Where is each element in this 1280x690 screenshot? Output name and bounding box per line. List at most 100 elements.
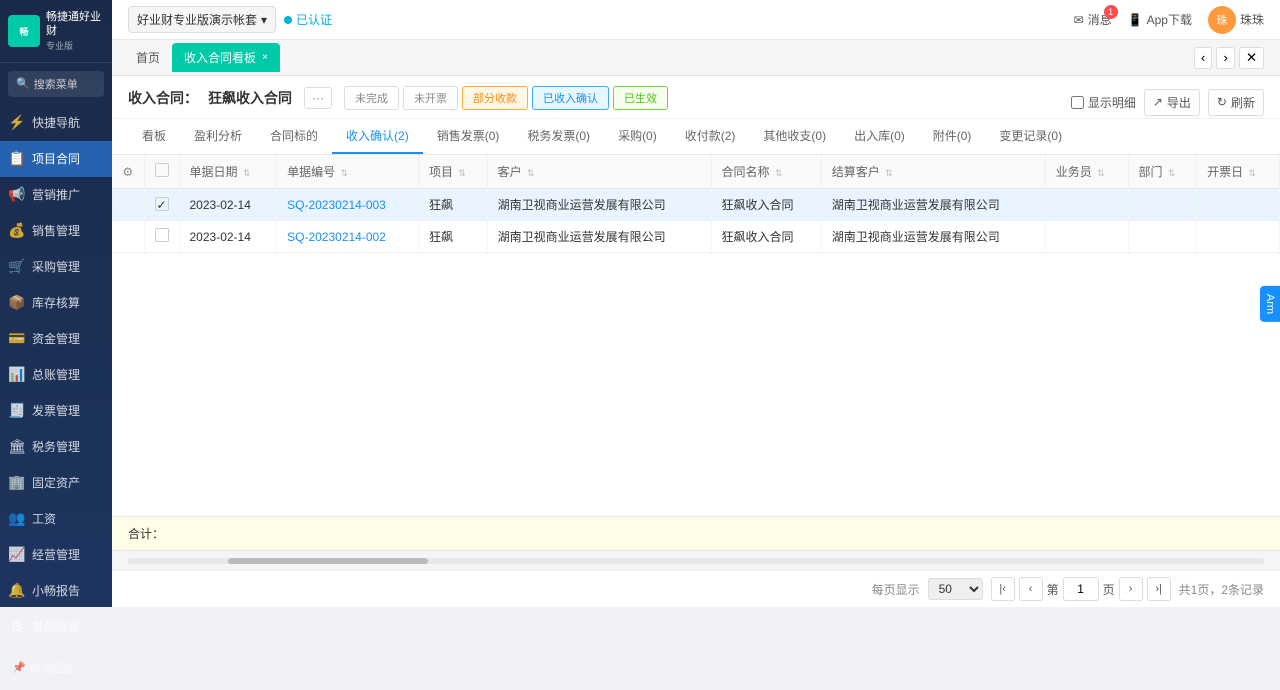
final-customer-label: 结算客户 [832,165,880,179]
more-options-button[interactable]: ··· [304,87,332,109]
gear-icon[interactable]: ⚙ [122,165,133,179]
sidebar-item-6[interactable]: 💳资金管理 [0,321,112,357]
customer-column-header[interactable]: 客户 ⇅ [487,155,711,189]
table-row[interactable]: ✓ 2023-02-14 SQ-20230214-003 狂飙 湖南卫视商业运营… [112,189,1280,221]
sub-tab-4[interactable]: 销售发票(0) [423,119,514,154]
close-tab-button[interactable]: × [262,52,268,63]
sub-tab-8[interactable]: 其他收支(0) [749,119,840,154]
close-window-button[interactable]: ✕ [1239,47,1264,69]
scroll-thumb[interactable] [228,558,428,564]
company-selector[interactable]: 好业财专业版演示帐套 ▾ [128,6,276,33]
sidebar-item-8[interactable]: 🧾发票管理 [0,393,112,429]
row-settings-1 [112,221,144,253]
sidebar-item-4[interactable]: 🛒采购管理 [0,249,112,285]
first-page-button[interactable]: |‹ [991,577,1015,601]
sidebar-item-7[interactable]: 📊总账管理 [0,357,112,393]
select-all-checkbox[interactable] [155,163,169,177]
arm-tab-button[interactable]: Arm [1260,285,1280,321]
unpin-button[interactable]: 📌 取消固定 [8,654,104,682]
settings-column-header[interactable]: ⚙ [112,155,144,189]
table-container[interactable]: ⚙ 单据日期 ⇅ 单据编号 ⇅ [112,155,1280,516]
sidebar-item-10[interactable]: 🏢固定资产 [0,465,112,501]
header-actions: 显示明细 ↗ 导出 ↻ 刷新 [1071,89,1264,116]
prev-page-button[interactable]: ‹ [1019,577,1043,601]
show-detail-checkbox[interactable] [1071,96,1084,109]
row-checkbox-1[interactable] [144,221,179,253]
sub-tab-7[interactable]: 收付款(2) [671,119,750,154]
sidebar-item-11[interactable]: 👥工资 [0,501,112,537]
export-button[interactable]: ↗ 导出 [1144,89,1200,116]
active-page-tab[interactable]: 收入合同看板 × [172,43,280,72]
sidebar-item-5[interactable]: 📦库存核算 [0,285,112,321]
dropdown-icon: ▾ [261,13,267,27]
row-salesperson-1 [1045,221,1128,253]
sidebar-item-2[interactable]: 📢营销推广 [0,177,112,213]
row-number-1[interactable]: SQ-20230214-002 [277,221,419,253]
customer-sort-icon: ⇅ [527,168,535,178]
app-download-label: App下载 [1147,11,1192,28]
sidebar-item-3[interactable]: 💰销售管理 [0,213,112,249]
table-header: ⚙ 单据日期 ⇅ 单据编号 ⇅ [112,155,1280,189]
sub-tab-3[interactable]: 收入确认(2) [332,119,423,154]
status-btn-3[interactable]: 已收入确认 [532,86,609,110]
sub-tab-0[interactable]: 看板 [128,119,180,154]
project-column-header[interactable]: 项目 ⇅ [418,155,487,189]
refresh-button[interactable]: ↻ 刷新 [1208,89,1264,116]
sidebar-item-12[interactable]: 📈经营管理 [0,537,112,573]
page-number-input[interactable] [1063,577,1099,601]
open-date-sort-icon: ⇅ [1249,168,1257,178]
status-btn-1[interactable]: 未开票 [403,86,458,110]
salesperson-column-header[interactable]: 业务员 ⇅ [1045,155,1128,189]
pagination: 每页显示 2050100 |‹ ‹ 第 页 › ›| 共1页，2条记录 [112,570,1280,607]
nav-icon-6: 💳 [8,330,26,348]
sub-tab-9[interactable]: 出入库(0) [840,119,919,154]
final-customer-column-header[interactable]: 结算客户 ⇅ [821,155,1045,189]
next-page-button[interactable]: › [1119,577,1143,601]
sub-tab-1[interactable]: 盈利分析 [180,119,256,154]
topbar-right: ✉ 1 消息 📱 App下载 珠 珠珠 [1074,6,1264,34]
row-check-0[interactable]: ✓ [155,197,169,211]
department-sort-icon: ⇅ [1168,168,1176,178]
scroll-bar-area[interactable] [112,550,1280,570]
row-checkbox-0[interactable]: ✓ [144,189,179,221]
status-btn-2[interactable]: 部分收款 [462,86,528,110]
user-avatar[interactable]: 珠 珠珠 [1208,6,1264,34]
contract-column-header[interactable]: 合同名称 ⇅ [711,155,821,189]
table-row[interactable]: 2023-02-14 SQ-20230214-002 狂飙 湖南卫视商业运营发展… [112,221,1280,253]
message-button[interactable]: ✉ 1 消息 [1074,11,1112,28]
last-page-button[interactable]: ›| [1147,577,1171,601]
sidebar-item-1[interactable]: 📋项目合同 [0,141,112,177]
sub-tab-2[interactable]: 合同标的 [256,119,332,154]
row-number-link-1[interactable]: SQ-20230214-002 [287,230,386,244]
row-number-link-0[interactable]: SQ-20230214-003 [287,198,386,212]
sidebar-item-0[interactable]: ⚡快捷导航 [0,105,112,141]
app-download-button[interactable]: 📱 App下载 [1128,11,1192,28]
sidebar-item-14[interactable]: ⚙基础信息 [0,609,112,645]
show-detail-toggle[interactable]: 显示明细 [1071,94,1136,111]
sub-tab-6[interactable]: 采购(0) [604,119,671,154]
checkbox-column-header[interactable] [144,155,179,189]
date-column-header[interactable]: 单据日期 ⇅ [179,155,277,189]
home-tab[interactable]: 首页 [128,49,168,66]
cert-dot-icon [284,16,292,24]
search-icon: 🔍 [16,77,30,90]
row-number-0[interactable]: SQ-20230214-003 [277,189,419,221]
sidebar-item-9[interactable]: 🏛税务管理 [0,429,112,465]
nav-icon-10: 🏢 [8,474,26,492]
status-btn-0[interactable]: 未完成 [344,86,399,110]
prev-tab-button[interactable]: ‹ [1194,47,1212,69]
search-menu-button[interactable]: 🔍 搜索菜单 [8,71,104,97]
sub-tab-11[interactable]: 变更记录(0) [985,119,1076,154]
department-column-header[interactable]: 部门 ⇅ [1128,155,1197,189]
open-date-column-header[interactable]: 开票日 ⇅ [1197,155,1280,189]
sidebar-item-13[interactable]: 🔔小畅报告 [0,573,112,609]
sub-tab-5[interactable]: 税务发票(0) [513,119,604,154]
status-btn-4[interactable]: 已生效 [613,86,668,110]
sub-tab-10[interactable]: 附件(0) [919,119,986,154]
pin-icon: 📌 [12,661,26,674]
row-final-customer-0: 湖南卫视商业运营发展有限公司 [821,189,1045,221]
row-check-1[interactable] [155,228,169,242]
number-column-header[interactable]: 单据编号 ⇅ [277,155,419,189]
page-size-select[interactable]: 2050100 [928,578,983,600]
next-tab-button[interactable]: › [1216,47,1234,69]
